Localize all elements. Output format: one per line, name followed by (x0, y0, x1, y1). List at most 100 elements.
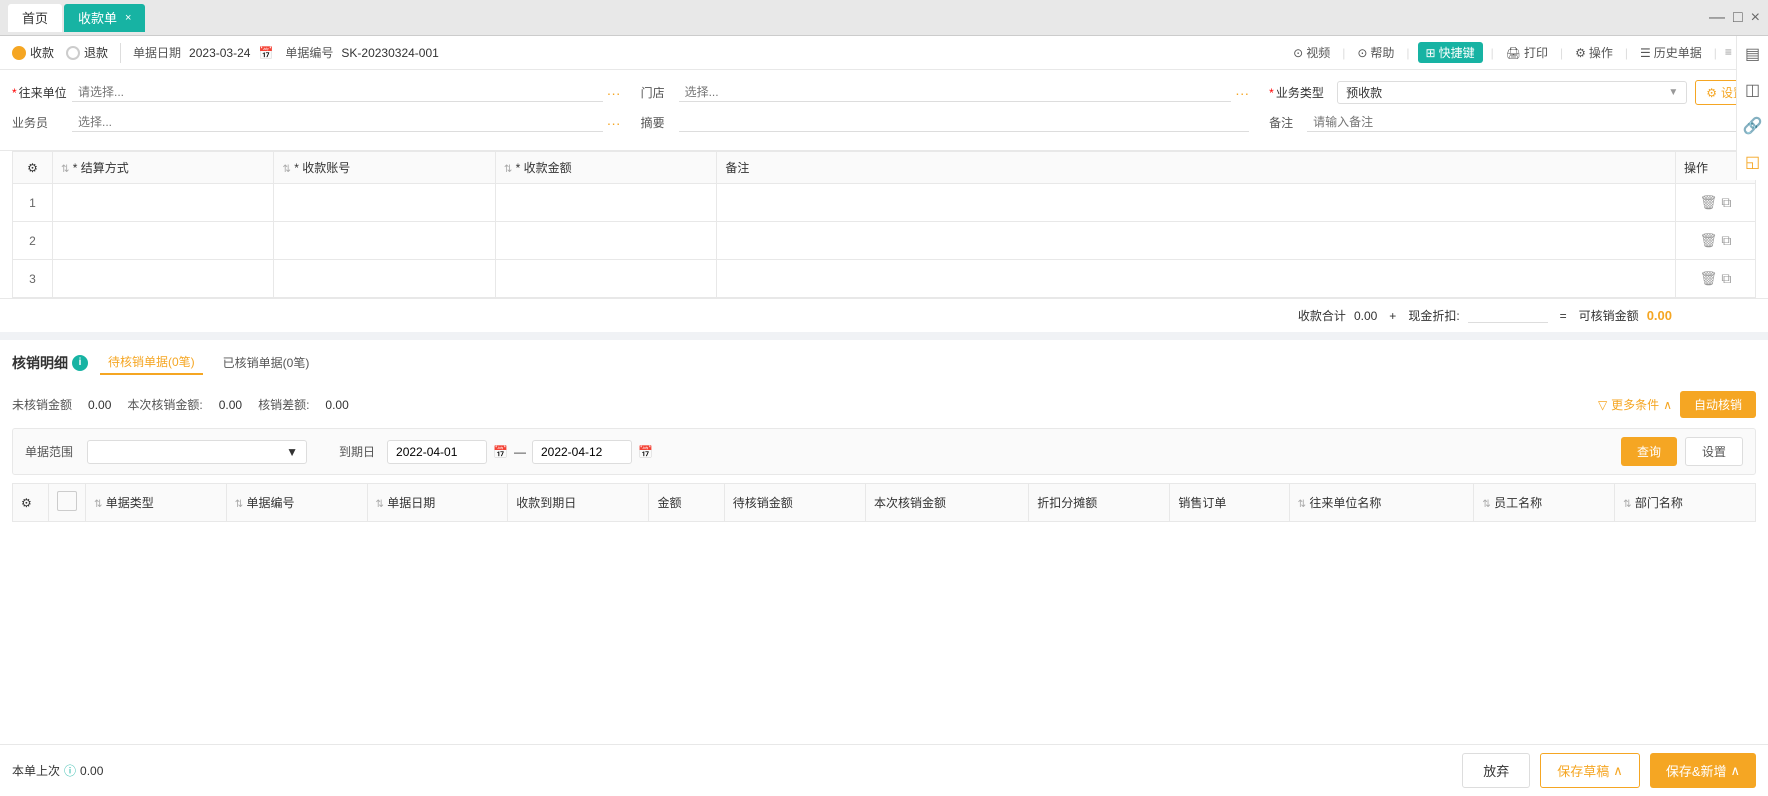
sidebar-expand-icon[interactable]: ◱ (1745, 152, 1760, 172)
maximize-icon[interactable]: □ (1733, 9, 1743, 27)
close-window-icon[interactable]: × (1751, 9, 1760, 27)
bt-doc-type-sort-icon[interactable]: ⇅ (94, 499, 102, 510)
summary-input[interactable] (679, 113, 1250, 132)
date-range-dash: — (514, 445, 526, 459)
copy-row-1-icon[interactable]: ⧉ (1721, 194, 1731, 211)
date-start-input[interactable] (387, 440, 487, 464)
verif-info-icon[interactable]: i (72, 355, 88, 371)
history-label: 历史单据 (1654, 44, 1702, 61)
bt-settings-col[interactable]: ⚙ (13, 484, 49, 522)
help-label: 帮助 (1370, 44, 1394, 61)
row-2-account[interactable] (274, 222, 495, 260)
row-1-payment-method[interactable] (53, 184, 274, 222)
row-2-payment-method[interactable] (53, 222, 274, 260)
salesperson-more-icon[interactable]: ··· (607, 115, 621, 131)
shortcut-label: 快捷键 (1439, 44, 1475, 61)
copy-row-2-icon[interactable]: ⧉ (1721, 232, 1731, 249)
bt-employee-sort-icon[interactable]: ⇅ (1482, 499, 1490, 510)
row-2-amount[interactable] (495, 222, 716, 260)
history-btn[interactable]: ☰ 历史单据 (1636, 42, 1706, 63)
delete-row-3-icon[interactable]: 🗑 (1700, 270, 1718, 287)
row-2-remark[interactable] (717, 222, 1676, 260)
radio-refund[interactable]: 退款 (66, 44, 108, 61)
table-header: ⚙ ⇅ * 结算方式 ⇅ * 收款账号 ⇅ * 收款金额 (13, 152, 1756, 184)
pm-sort-icon[interactable]: ⇅ (61, 164, 69, 175)
calendar-start-icon[interactable]: 📅 (493, 445, 508, 459)
bt-doc-date-label: 单据日期 (387, 496, 435, 510)
verif-right-controls: ▽ 更多条件 ∧ 自动核销 (1598, 391, 1756, 418)
total-value: 0.00 (1354, 309, 1377, 323)
amt-sort-icon[interactable]: ⇅ (504, 164, 512, 175)
row-3-amount[interactable] (495, 260, 716, 298)
sidebar-table-icon[interactable]: ▤ (1745, 44, 1760, 64)
delete-row-2-icon[interactable]: 🗑 (1700, 232, 1718, 249)
auto-verify-btn[interactable]: 自动核销 (1680, 391, 1756, 418)
chevron-up-icon: ∧ (1663, 398, 1672, 412)
bt-dept-sort-icon[interactable]: ⇅ (1623, 499, 1631, 510)
table-gear-icon: ⚙ (27, 161, 38, 175)
calendar-end-icon[interactable]: 📅 (638, 445, 653, 459)
select-all-checkbox[interactable] (57, 491, 77, 511)
save-draft-button[interactable]: 保存草稿 ∧ (1540, 753, 1640, 788)
tab-receipt[interactable]: 收款单 × (64, 4, 145, 32)
counterpart-more-icon[interactable]: ··· (607, 85, 621, 101)
verif-header-row: 核销明细 i 待核销单据(0笔) 已核销单据(0笔) (12, 350, 1756, 383)
video-btn[interactable]: ⊙ 视频 (1289, 42, 1334, 63)
abandon-button[interactable]: 放弃 (1462, 753, 1530, 788)
minimize-icon[interactable]: — (1709, 9, 1725, 27)
counterpart-input[interactable] (72, 83, 603, 102)
video-icon: ⊙ (1293, 46, 1303, 60)
bt-counterpart-sort-icon[interactable]: ⇅ (1298, 499, 1306, 510)
row-2-actions: 🗑 ⧉ (1676, 222, 1756, 260)
pending-tab[interactable]: 待核销单据(0笔) (100, 350, 203, 375)
delete-row-1-icon[interactable]: 🗑 (1700, 194, 1718, 211)
print-btn[interactable]: 🖨 打印 (1502, 42, 1552, 63)
query-button[interactable]: 查询 (1621, 437, 1677, 466)
help-btn[interactable]: ⊙ 帮助 (1353, 42, 1398, 63)
save-new-chevron-icon: ∧ (1730, 763, 1740, 779)
save-new-button[interactable]: 保存&新增 ∧ (1650, 753, 1756, 788)
discount-input[interactable] (1468, 308, 1548, 323)
row-3-account[interactable] (274, 260, 495, 298)
biz-type-select[interactable]: 预收款 ▼ (1337, 81, 1687, 104)
due-date-label: 到期日 (339, 443, 375, 460)
row-1-remark[interactable] (717, 184, 1676, 222)
operation-btn[interactable]: ⚙ 操作 (1571, 42, 1617, 63)
radio-receive[interactable]: 收款 (12, 44, 54, 61)
range-select[interactable]: ▼ (87, 440, 307, 464)
list-view-icon[interactable]: ≡ (1725, 45, 1732, 61)
more-conditions-btn[interactable]: ▽ 更多条件 ∧ (1598, 396, 1672, 413)
table-settings-col[interactable]: ⚙ (13, 152, 53, 184)
shortcut-btn[interactable]: ⊞ 快捷键 (1418, 42, 1483, 63)
table-row: 3 🗑 ⧉ (13, 260, 1756, 298)
bt-doc-number-sort-icon[interactable]: ⇅ (235, 499, 243, 510)
bt-doc-type-col: ⇅ 单据类型 (86, 484, 227, 522)
filter-settings-btn[interactable]: 设置 (1685, 437, 1743, 466)
bt-doc-number-label: 单据编号 (246, 496, 294, 510)
plus-sign: + (1389, 309, 1396, 323)
acc-sort-icon[interactable]: ⇅ (282, 164, 290, 175)
close-tab-icon[interactable]: × (125, 12, 131, 24)
footer-value: 0.00 (80, 764, 103, 778)
biz-type-value: 预收款 (1346, 84, 1382, 101)
doc-date-value: 2023-03-24 (189, 46, 250, 60)
date-end-input[interactable] (532, 440, 632, 464)
row-3-remark[interactable] (717, 260, 1676, 298)
sidebar-layout-icon[interactable]: ◫ (1745, 80, 1760, 100)
salesperson-input[interactable] (72, 113, 603, 132)
sidebar-link-icon[interactable]: 🔗 (1743, 116, 1763, 136)
store-more-icon[interactable]: ··· (1235, 85, 1249, 101)
salesperson-field: 业务员 ··· (12, 113, 621, 132)
remarks-input[interactable] (1307, 113, 1756, 132)
calendar-icon[interactable]: 📅 (258, 46, 273, 60)
footer-info-icon[interactable]: ⓘ (64, 762, 76, 779)
row-1-account[interactable] (274, 184, 495, 222)
tab-home[interactable]: 首页 (8, 4, 62, 32)
total-label: 收款合计 (1298, 307, 1346, 324)
copy-row-3-icon[interactable]: ⧉ (1721, 270, 1731, 287)
store-input[interactable] (679, 83, 1232, 102)
bt-doc-date-sort-icon[interactable]: ⇅ (376, 499, 384, 510)
done-tab[interactable]: 已核销单据(0笔) (215, 351, 318, 374)
row-1-amount[interactable] (495, 184, 716, 222)
row-3-payment-method[interactable] (53, 260, 274, 298)
